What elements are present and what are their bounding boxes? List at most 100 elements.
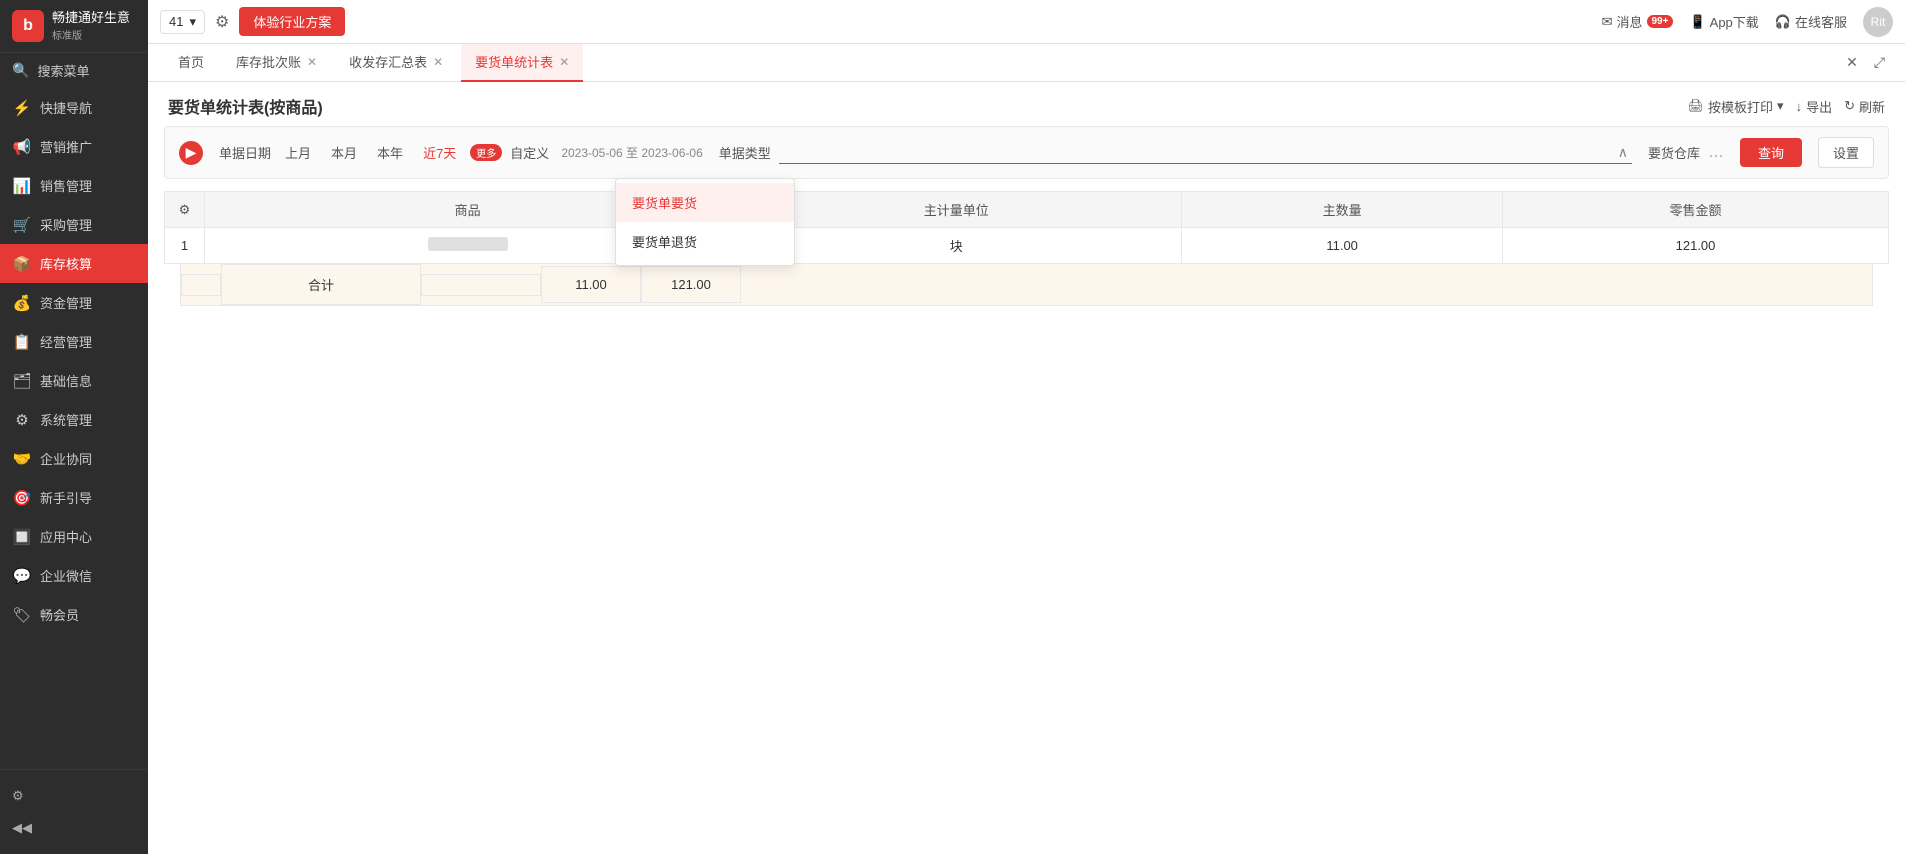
footer-total-row: 合计 11.00 121.00 xyxy=(180,264,1873,306)
message-icon: ✉ xyxy=(1602,14,1613,30)
avatar-text: Rit xyxy=(1871,15,1886,29)
sidebar-item-inventory[interactable]: 📦 库存核算 xyxy=(0,244,148,283)
phone-icon: 📱 xyxy=(1689,14,1705,30)
table-header-row: ⚙ 商品 主计量单位 主数量 零售金额 xyxy=(165,192,1889,228)
company-value: 41 xyxy=(169,14,183,29)
tab-label: 收发存汇总表 xyxy=(349,52,427,71)
tab-label: 库存批次账 xyxy=(236,52,301,71)
system-icon: ⚙ xyxy=(12,411,32,429)
wechat-icon: 💬 xyxy=(12,567,32,585)
topbar: 41 ▾ ⚙ 体验行业方案 ✉ 消息 99+ 📱 App下载 🎧 在线客服 Ri… xyxy=(148,0,1905,44)
tab-home[interactable]: 首页 xyxy=(164,44,218,82)
filter-query-btn[interactable]: 查询 xyxy=(1740,138,1802,167)
sidebar-search-label: 搜索菜单 xyxy=(37,61,89,80)
sidebar-item-label: 经营管理 xyxy=(40,332,92,351)
filter-expand-btn[interactable]: ▶ xyxy=(179,141,203,165)
online-service-btn[interactable]: 🎧 在线客服 xyxy=(1775,12,1847,31)
sales-icon: 📊 xyxy=(12,177,32,195)
topbar-settings-icon[interactable]: ⚙ xyxy=(215,12,229,32)
filter-warehouse-more-icon[interactable]: … xyxy=(1708,144,1724,162)
sidebar-item-marketing[interactable]: 📢营销推广 xyxy=(0,127,148,166)
export-label: 导出 xyxy=(1806,97,1832,116)
tab-close-inventory-batch[interactable]: ✕ xyxy=(307,55,317,69)
filter-date-more-badge[interactable]: 更多 xyxy=(470,144,502,161)
filter-date-group: 单据日期 上月 本月 本年 近7天 更多 自定义 2023-05-06 至 20… xyxy=(219,141,703,164)
sidebar-bottom: ⚙ ◀◀ xyxy=(0,769,148,854)
close-window-icon[interactable]: ✕ xyxy=(1842,52,1862,73)
basic-icon: 🗂 xyxy=(12,372,32,390)
sidebar-bottom-settings[interactable]: ⚙ xyxy=(0,780,148,812)
member-icon: 🏷 xyxy=(12,606,32,624)
refresh-btn[interactable]: ↻ 刷新 xyxy=(1844,97,1885,116)
sidebar-item-label: 库存核算 xyxy=(40,254,92,273)
enterprise-icon: 🤝 xyxy=(12,450,32,468)
sidebar-item-system[interactable]: ⚙ 系统管理 xyxy=(0,400,148,439)
export-btn[interactable]: ↓ 导出 xyxy=(1796,97,1833,116)
filter-type-chevron-icon[interactable]: ∧ xyxy=(1614,144,1632,161)
industry-btn[interactable]: 体验行业方案 xyxy=(239,7,345,36)
user-avatar[interactable]: Rit xyxy=(1863,7,1893,37)
footer-unit xyxy=(421,274,541,296)
logo-icon: b xyxy=(12,10,44,42)
notification-btn[interactable]: ✉ 消息 99+ xyxy=(1602,12,1674,31)
page-content: 要货单统计表(按商品) 🖨 按模板打印 ▾ ↓ 导出 ↻ 刷新 ▶ xyxy=(148,82,1905,854)
sidebar-logo: b 畅捷通好生意 标准版 xyxy=(0,0,148,53)
tab-label: 首页 xyxy=(178,52,204,71)
sidebar-item-label: 应用中心 xyxy=(40,527,92,546)
logo-text-wrap: 畅捷通好生意 标准版 xyxy=(52,10,130,42)
tab-order-stats[interactable]: 要货单统计表✕ xyxy=(461,44,583,82)
filter-setting-btn[interactable]: 设置 xyxy=(1818,137,1874,168)
sidebar-item-label: 资金管理 xyxy=(40,293,92,312)
table-wrap: ⚙ 商品 主计量单位 主数量 零售金额 1 块 11.00 121.00 xyxy=(164,191,1889,306)
sidebar-item-basic[interactable]: 🗂基础信息 xyxy=(0,361,148,400)
sidebar-item-wechat[interactable]: 💬 企业微信 xyxy=(0,556,148,595)
tab-close-receivable[interactable]: ✕ xyxy=(433,55,443,69)
filter-date-last-month[interactable]: 上月 xyxy=(279,141,317,164)
col-unit: 主计量单位 xyxy=(731,192,1182,228)
print-chevron-icon: ▾ xyxy=(1777,98,1784,114)
topbar-right: ✉ 消息 99+ 📱 App下载 🎧 在线客服 Rit xyxy=(1602,7,1893,37)
sidebar-item-quick-nav[interactable]: ⚡快捷导航 xyxy=(0,88,148,127)
notification-label: 消息 xyxy=(1616,12,1642,31)
filter-type-input[interactable] xyxy=(779,142,1614,163)
sidebar-item-sales[interactable]: 📊销售管理 xyxy=(0,166,148,205)
print-btn[interactable]: 🖨 按模板打印 ▾ xyxy=(1688,97,1784,116)
dropdown-item-1[interactable]: 要货单退货 xyxy=(616,222,794,261)
tab-receivable[interactable]: 收发存汇总表 ✕ xyxy=(335,44,457,82)
tab-inventory-batch[interactable]: 库存批次账 ✕ xyxy=(222,44,331,82)
maximize-window-icon[interactable]: ⤢ xyxy=(1870,52,1889,73)
apps-icon: 🔲 xyxy=(12,528,32,546)
main-area: 41 ▾ ⚙ 体验行业方案 ✉ 消息 99+ 📱 App下载 🎧 在线客服 Ri… xyxy=(148,0,1905,854)
sidebar-search[interactable]: 🔍 搜索菜单 xyxy=(0,53,148,88)
footer-quantity: 11.00 xyxy=(541,266,641,303)
sidebar-item-apps[interactable]: 🔲 应用中心 xyxy=(0,517,148,556)
app-download-btn[interactable]: 📱 App下载 xyxy=(1689,12,1758,31)
page-header: 要货单统计表(按商品) 🖨 按模板打印 ▾ ↓ 导出 ↻ 刷新 xyxy=(148,82,1905,126)
page-actions: 🖨 按模板打印 ▾ ↓ 导出 ↻ 刷新 xyxy=(1688,97,1886,116)
headset-icon: 🎧 xyxy=(1775,14,1791,30)
col-settings[interactable]: ⚙ xyxy=(165,192,205,228)
col-amount: 零售金额 xyxy=(1503,192,1889,228)
dropdown-item-0[interactable]: 要货单要货 xyxy=(616,183,794,222)
sidebar-item-guide[interactable]: 🎯新手引导 xyxy=(0,478,148,517)
inventory-icon: 📦 xyxy=(12,255,32,273)
filter-date-7days[interactable]: 近7天 xyxy=(417,141,462,164)
sidebar-item-purchase[interactable]: 🛒采购管理 xyxy=(0,205,148,244)
sidebar-item-label: 系统管理 xyxy=(40,410,92,429)
finance-icon: 💰 xyxy=(12,294,32,312)
sidebar-item-finance[interactable]: 💰 资金管理 xyxy=(0,283,148,322)
company-selector[interactable]: 41 ▾ xyxy=(160,10,205,34)
filter-date-custom[interactable]: 自定义 xyxy=(510,143,549,162)
filter-date-this-month[interactable]: 本月 xyxy=(325,141,363,164)
sidebar-item-label: 企业微信 xyxy=(40,566,92,585)
sidebar-item-enterprise[interactable]: 🤝企业协同 xyxy=(0,439,148,478)
filter-date-label: 单据日期 xyxy=(219,143,271,162)
logo-title: 畅捷通好生意 xyxy=(52,10,130,27)
sidebar-item-member[interactable]: 🏷畅会员 xyxy=(0,595,148,634)
sidebar-collapse[interactable]: ◀◀ xyxy=(0,812,148,844)
footer-label: 合计 xyxy=(221,264,421,305)
filter-date-this-year[interactable]: 本年 xyxy=(371,141,409,164)
sidebar-item-operations[interactable]: 📋经营管理 xyxy=(0,322,148,361)
table-row: 1 块 11.00 121.00 xyxy=(165,228,1889,264)
tab-close-order-stats[interactable]: ✕ xyxy=(559,55,569,69)
